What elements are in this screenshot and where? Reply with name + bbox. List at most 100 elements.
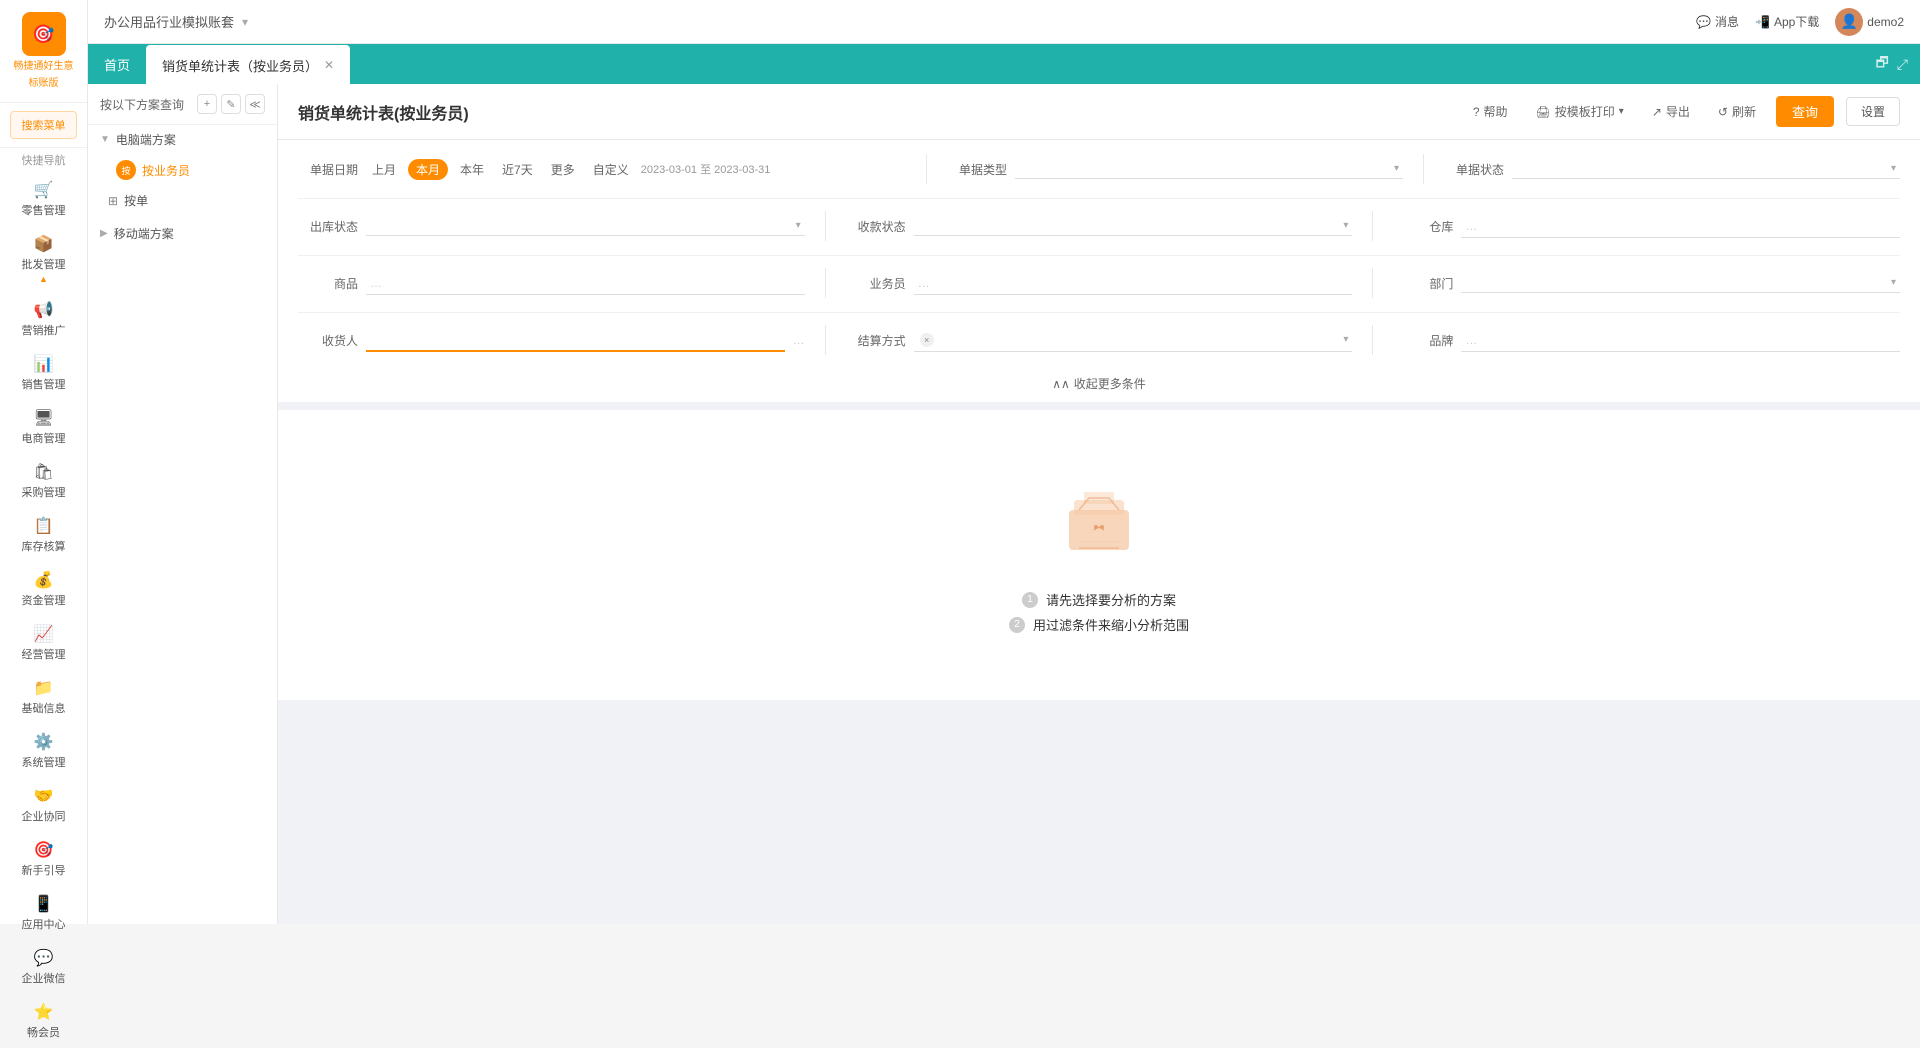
department-select[interactable]: ▾ bbox=[1461, 273, 1900, 293]
sidebar-item-apps-label: 应用中心 bbox=[22, 916, 66, 932]
receipt-status-select[interactable]: ▾ bbox=[914, 216, 1353, 236]
enterprise-icon: 🤝 bbox=[34, 786, 54, 806]
collapse-filter-button[interactable]: ∧∧ 收起更多条件 bbox=[298, 369, 1900, 402]
sidebar-item-sales[interactable]: 📊 销售管理 bbox=[0, 346, 87, 400]
sidebar-item-wholesale[interactable]: 📦 批发管理 ▲ bbox=[0, 226, 87, 292]
tab-home[interactable]: 首页 bbox=[88, 44, 146, 84]
message-button[interactable]: 💬 消息 bbox=[1696, 13, 1739, 30]
date-tab-more[interactable]: 更多 bbox=[545, 159, 581, 180]
tree-mobile-scheme[interactable]: ▶ 移动端方案 bbox=[88, 219, 277, 248]
sidebar-item-wholesale-label: 批发管理 bbox=[22, 256, 66, 272]
consignee-dots[interactable]: … bbox=[793, 333, 805, 347]
sidebar-item-operations[interactable]: 📈 经营管理 bbox=[0, 616, 87, 670]
refresh-icon: ↺ bbox=[1718, 105, 1728, 119]
export-button[interactable]: ↗ 导出 bbox=[1644, 99, 1698, 124]
export-label: 导出 bbox=[1666, 103, 1690, 120]
empty-step2-text: 用过滤条件来缩小分析范围 bbox=[1033, 615, 1189, 634]
doc-status-select[interactable]: ▾ bbox=[1512, 159, 1900, 179]
export-icon: ↗ bbox=[1652, 105, 1662, 119]
main-area: 办公用品行业模拟账套 ▾ 💬 消息 📲 App下载 👤 demo2 首页 销货单… bbox=[88, 0, 1920, 924]
newbie-icon: 🎯 bbox=[34, 840, 54, 860]
tree-children-desktop: 按 按业务员 ⊞ 按单 bbox=[88, 154, 277, 215]
filter-row-3: 商品 … 业务员 … 部门 bbox=[298, 268, 1900, 298]
tabbar: 首页 销货单统计表（按业务员） ✕ 🗗 ⤢ bbox=[88, 44, 1920, 84]
date-tab-this-month[interactable]: 本月 bbox=[408, 159, 448, 180]
warehouse-dots[interactable]: … bbox=[1465, 219, 1477, 233]
basic-icon: 📁 bbox=[34, 678, 54, 698]
staff-dots[interactable]: … bbox=[918, 276, 930, 290]
tabbar-actions: 🗗 ⤢ bbox=[1876, 52, 1920, 76]
sidebar-item-inventory[interactable]: 📋 库存核算 bbox=[0, 508, 87, 562]
sidebar-item-weixin[interactable]: 💬 企业微信 bbox=[0, 940, 87, 994]
sidebar-item-ecommerce[interactable]: 🖥 电商管理 bbox=[0, 400, 87, 454]
sidebar-item-apps[interactable]: 📱 应用中心 bbox=[0, 886, 87, 940]
left-panel: 按以下方案查询 + ✎ ≪ ▼ 电脑端方案 按 按业务员 bbox=[88, 84, 278, 924]
settlement-select[interactable]: × ▾ bbox=[914, 329, 1353, 352]
tab-sales-stats[interactable]: 销货单统计表（按业务员） ✕ bbox=[146, 45, 350, 85]
date-filter-label: 单据日期 bbox=[298, 161, 358, 178]
query-button[interactable]: 查询 bbox=[1776, 96, 1834, 127]
brand-input[interactable]: … bbox=[1461, 329, 1900, 352]
filter-warehouse: 仓库 … bbox=[1393, 215, 1900, 238]
expand-window-button[interactable]: ⤢ bbox=[1897, 56, 1908, 73]
help-button[interactable]: ? 帮助 bbox=[1465, 99, 1516, 124]
sidebar-item-enterprise[interactable]: 🤝 企业协同 bbox=[0, 778, 87, 832]
sidebar-item-basic[interactable]: 📁 基础信息 bbox=[0, 670, 87, 724]
restore-window-button[interactable]: 🗗 bbox=[1876, 52, 1889, 76]
tree-item-by-staff[interactable]: 按 按业务员 bbox=[104, 154, 277, 186]
date-tab-this-year[interactable]: 本年 bbox=[454, 159, 490, 180]
tab-close-icon[interactable]: ✕ bbox=[324, 58, 334, 72]
add-scheme-button[interactable]: + bbox=[197, 94, 217, 114]
filter-separator-2 bbox=[1423, 154, 1424, 184]
department-label: 部门 bbox=[1393, 275, 1453, 292]
goods-dots[interactable]: … bbox=[370, 276, 382, 290]
sidebar-item-system[interactable]: ⚙️ 系统管理 bbox=[0, 724, 87, 778]
topbar: 办公用品行业模拟账套 ▾ 💬 消息 📲 App下载 👤 demo2 bbox=[88, 0, 1920, 44]
template-print-button[interactable]: 🖨 按模板打印 ▾ bbox=[1528, 99, 1632, 124]
date-tab-last-7-days[interactable]: 近7天 bbox=[496, 159, 539, 180]
warehouse-input[interactable]: … bbox=[1461, 215, 1900, 238]
search-menu-button[interactable]: 搜索菜单 bbox=[10, 111, 77, 139]
doc-status-label: 单据状态 bbox=[1444, 161, 1504, 178]
left-panel-header: 按以下方案查询 + ✎ ≪ bbox=[88, 84, 277, 125]
brand-dots[interactable]: … bbox=[1465, 333, 1477, 347]
topbar-dropdown-icon[interactable]: ▾ bbox=[242, 15, 248, 29]
date-filter-tabs: 上月 本月 本年 近7天 更多 自定义 2023-03-01 至 2023-03… bbox=[366, 159, 906, 180]
sidebar-item-retail[interactable]: 🛒 零售管理 bbox=[0, 172, 87, 226]
goods-input[interactable]: … bbox=[366, 272, 805, 295]
tree-expand-icon: ▼ bbox=[100, 134, 110, 145]
help-icon: ? bbox=[1473, 105, 1480, 119]
refresh-button[interactable]: ↺ 刷新 bbox=[1710, 99, 1764, 124]
sidebar-item-member[interactable]: ⭐ 畅会员 bbox=[0, 994, 87, 1048]
sidebar-item-purchase[interactable]: 🛍 采购管理 bbox=[0, 454, 87, 508]
date-tab-last-month[interactable]: 上月 bbox=[366, 159, 402, 180]
app-download-button[interactable]: 📲 App下载 bbox=[1755, 13, 1819, 30]
tree-desktop-scheme[interactable]: ▼ 电脑端方案 bbox=[88, 125, 277, 154]
step1-num: 1 bbox=[1022, 592, 1038, 608]
topbar-title: 办公用品行业模拟账套 bbox=[104, 12, 234, 31]
print-arrow-icon: ▾ bbox=[1619, 106, 1624, 117]
sidebar-item-finance[interactable]: 💰 资金管理 bbox=[0, 562, 87, 616]
settings-button[interactable]: 设置 bbox=[1846, 97, 1900, 126]
doc-type-select[interactable]: ▾ bbox=[1015, 159, 1403, 179]
consignee-input[interactable] bbox=[366, 328, 785, 352]
sidebar-item-operations-label: 经营管理 bbox=[22, 646, 66, 662]
settlement-tag-close[interactable]: × bbox=[920, 333, 934, 347]
out-status-select[interactable]: ▾ bbox=[366, 216, 805, 236]
staff-input[interactable]: … bbox=[914, 272, 1353, 295]
app-download-label: App下载 bbox=[1774, 13, 1819, 30]
collapse-panel-button[interactable]: ≪ bbox=[245, 94, 265, 114]
brand-label: 品牌 bbox=[1393, 332, 1453, 349]
filter-divider-2 bbox=[298, 255, 1900, 256]
sidebar-item-newbie[interactable]: 🎯 新手引导 bbox=[0, 832, 87, 886]
tree-item-by-order[interactable]: ⊞ 按单 bbox=[104, 186, 277, 215]
purchase-icon: 🛍 bbox=[33, 462, 53, 482]
user-menu-button[interactable]: 👤 demo2 bbox=[1835, 8, 1904, 36]
empty-step-1: 1 请先选择要分析的方案 bbox=[1022, 590, 1176, 609]
apps-icon: 📱 bbox=[34, 894, 54, 914]
date-tab-custom[interactable]: 自定义 bbox=[587, 159, 635, 180]
sidebar-item-system-label: 系统管理 bbox=[22, 754, 66, 770]
sidebar-item-member-label: 畅会员 bbox=[27, 1024, 60, 1040]
edit-scheme-button[interactable]: ✎ bbox=[221, 94, 241, 114]
sidebar-item-marketing[interactable]: 📢 营销推广 bbox=[0, 292, 87, 346]
